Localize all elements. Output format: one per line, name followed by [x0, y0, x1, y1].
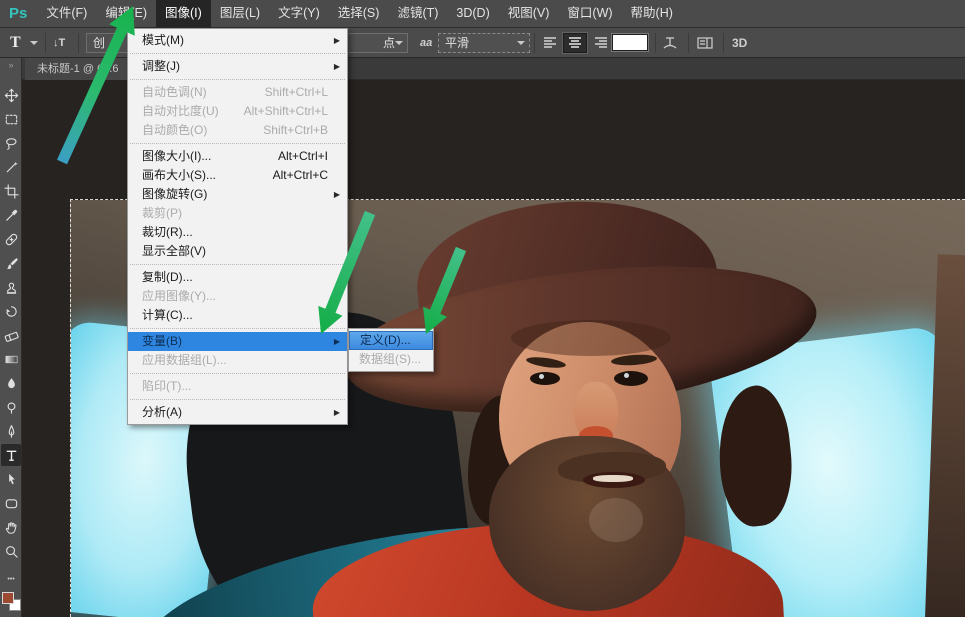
- tools-panel: » •••: [0, 58, 22, 617]
- tool-rectangular-marquee[interactable]: [1, 108, 21, 130]
- menu-item[interactable]: 自动颜色(O)Shift+Ctrl+B: [128, 121, 347, 140]
- tool-path-selection[interactable]: [1, 468, 21, 490]
- menu-item[interactable]: 陷印(T)...: [128, 377, 347, 396]
- collapse-panel-icon[interactable]: »: [0, 60, 22, 70]
- photoshop-logo: Ps: [0, 5, 37, 22]
- warp-text-icon[interactable]: [661, 28, 679, 58]
- menubar-item-v[interactable]: 视图(V): [499, 0, 559, 27]
- tool-eyedropper[interactable]: [1, 204, 21, 226]
- menu-item[interactable]: 图像大小(I)...Alt+Ctrl+I: [128, 147, 347, 166]
- car-pillar: [924, 254, 965, 617]
- menu-item[interactable]: 图像旋转(G)▶: [128, 185, 347, 204]
- tool-type[interactable]: [1, 444, 21, 466]
- menu-item[interactable]: 分析(A)▶: [128, 403, 347, 422]
- tool-spot-healing-brush[interactable]: [1, 228, 21, 250]
- menu-item[interactable]: 自动色调(N)Shift+Ctrl+L: [128, 83, 347, 102]
- menu-item[interactable]: 自动对比度(U)Alt+Shift+Ctrl+L: [128, 102, 347, 121]
- eye-right: [614, 371, 648, 386]
- foreground-color-swatch[interactable]: [2, 592, 14, 604]
- anti-alias-select[interactable]: 平滑: [438, 33, 530, 53]
- text-color-swatch[interactable]: [612, 34, 648, 51]
- text-orientation-icon[interactable]: ↓T: [53, 28, 65, 58]
- menu-item[interactable]: 裁切(R)...: [128, 223, 347, 242]
- menubar-item-t[interactable]: 滤镜(T): [388, 0, 447, 27]
- menu-separator: [130, 143, 345, 144]
- menu-item[interactable]: 显示全部(V): [128, 242, 347, 261]
- menu-item[interactable]: 应用图像(Y)...: [128, 287, 347, 306]
- document-tab[interactable]: 未标题-1 @ 60.6: [25, 58, 131, 80]
- menu-bar: Ps 文件(F)编辑(E)图像(I)图层(L)文字(Y)选择(S)滤镜(T)3D…: [0, 0, 965, 28]
- menu-separator: [130, 328, 345, 329]
- tool-hand[interactable]: [1, 516, 21, 538]
- menu-item[interactable]: 应用数据组(L)...: [128, 351, 347, 370]
- menu-separator: [130, 53, 345, 54]
- tool-eraser[interactable]: [1, 324, 21, 346]
- toggle-panels-icon[interactable]: [696, 28, 714, 58]
- align-center-button[interactable]: [563, 33, 587, 53]
- tool-brush[interactable]: [1, 252, 21, 274]
- tool-zoom[interactable]: [1, 540, 21, 562]
- color-swatches[interactable]: [2, 592, 21, 611]
- tool-blur[interactable]: [1, 372, 21, 394]
- tool-history-brush[interactable]: [1, 300, 21, 322]
- tool-move[interactable]: [1, 84, 21, 106]
- edit-toolbar-icon[interactable]: •••: [1, 568, 21, 590]
- menu-item[interactable]: 变量(B)▶: [128, 332, 347, 351]
- tool-pen[interactable]: [1, 420, 21, 442]
- tool-gradient[interactable]: [1, 348, 21, 370]
- 3d-button[interactable]: 3D: [732, 28, 747, 58]
- eye-glint-right: [624, 373, 629, 378]
- menubar-item-s[interactable]: 选择(S): [329, 0, 389, 27]
- menubar-item-3dd[interactable]: 3D(D): [447, 0, 498, 27]
- align-left-button[interactable]: [538, 33, 562, 53]
- menubar-item-w[interactable]: 窗口(W): [558, 0, 621, 27]
- menu-separator: [130, 399, 345, 400]
- menu-separator: [130, 79, 345, 80]
- eye-glint-left: [539, 374, 544, 379]
- menu-item[interactable]: 数据组(S)...: [349, 350, 433, 369]
- tool-lasso[interactable]: [1, 132, 21, 154]
- align-right-button[interactable]: [589, 33, 613, 53]
- menu-item[interactable]: 模式(M)▶: [128, 31, 347, 50]
- menu-item[interactable]: 复制(D)...: [128, 268, 347, 287]
- menu-item[interactable]: 计算(C)...: [128, 306, 347, 325]
- menubar-item-h[interactable]: 帮助(H): [622, 0, 682, 27]
- image-menu-dropdown: 模式(M)▶ 调整(J)▶ 自动色调(N)Shift+Ctrl+L自动对比度(U)A…: [127, 28, 348, 425]
- menubar-item-l[interactable]: 图层(L): [211, 0, 269, 27]
- menubar-item-i[interactable]: 图像(I): [156, 0, 211, 27]
- tool-clone-stamp[interactable]: [1, 276, 21, 298]
- type-tool-preset-icon[interactable]: T: [10, 34, 21, 52]
- tool-quick-selection[interactable]: [1, 156, 21, 178]
- variables-submenu: 定义(D)...数据组(S)...: [348, 328, 434, 372]
- menu-separator: [130, 373, 345, 374]
- anti-alias-icon: aa: [420, 28, 432, 58]
- menubar-item-f[interactable]: 文件(F): [37, 0, 96, 27]
- menubar-item-y[interactable]: 文字(Y): [269, 0, 329, 27]
- tool-preset-chevron-icon[interactable]: [30, 41, 38, 45]
- photoshop-window: { "menubar": { "logo": "Ps", "items": ["…: [0, 0, 965, 617]
- menu-item[interactable]: 调整(J)▶: [128, 57, 347, 76]
- tool-dodge[interactable]: [1, 396, 21, 418]
- menu-item[interactable]: 定义(D)...: [349, 331, 433, 350]
- menu-separator: [130, 264, 345, 265]
- tool-crop[interactable]: [1, 180, 21, 202]
- beard-gray-patch: [589, 498, 643, 542]
- teeth: [593, 475, 633, 482]
- eye-left: [530, 372, 560, 385]
- hat-shadow: [511, 320, 671, 356]
- menu-item[interactable]: 裁剪(P): [128, 204, 347, 223]
- menubar-item-e[interactable]: 编辑(E): [96, 0, 156, 27]
- menu-item[interactable]: 画布大小(S)...Alt+Ctrl+C: [128, 166, 347, 185]
- tool-shape[interactable]: [1, 492, 21, 514]
